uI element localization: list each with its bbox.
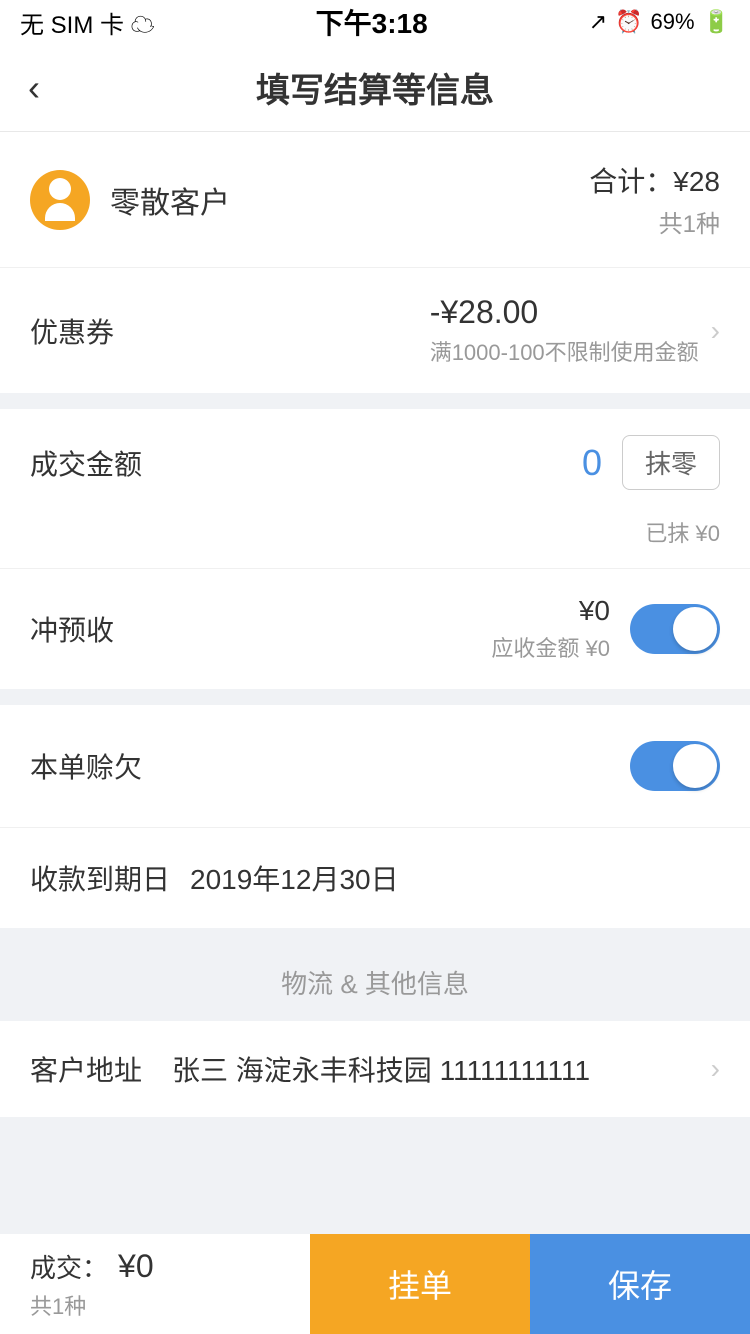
debt-row: 本单赊欠 — [0, 705, 750, 827]
coupon-value: -¥28.00 — [430, 294, 699, 331]
debt-toggle-knob — [673, 744, 717, 788]
deal-value: 0 — [582, 442, 602, 484]
debt-section: 本单赊欠 收款到期日 2019年12月30日 — [0, 705, 750, 928]
address-chevron-icon: › — [711, 1053, 720, 1085]
prepay-right: ¥0 应收金额 ¥0 — [491, 595, 720, 663]
battery-icon: 🔋 — [703, 9, 730, 35]
signal-text: 无 SIM 卡 ☁ — [20, 5, 155, 40]
debt-toggle[interactable] — [630, 741, 720, 791]
customer-right: 合计：¥28 共1种 — [589, 160, 720, 239]
bottom-deal-label: 成交： — [30, 1248, 108, 1285]
coupon-values: -¥28.00 满1000-100不限制使用金额 — [430, 294, 699, 367]
due-date-value: 2019年12月30日 — [190, 858, 399, 898]
due-date-label: 收款到期日 — [30, 858, 170, 898]
address-section: 客户地址 张三 海淀永丰科技园 11111111111 › — [0, 1021, 750, 1117]
status-bar: 无 SIM 卡 ☁ 下午3:18 ↗ ⏰ 69% 🔋 — [0, 0, 750, 44]
deal-right: 0 抹零 — [582, 435, 720, 490]
deal-row: 成交金额 0 抹零 — [0, 409, 750, 516]
bottom-deal-amount: ¥0 — [118, 1248, 154, 1285]
chevron-right-icon: › — [711, 315, 720, 347]
address-value: 张三 海淀永丰科技园 11111111111 — [172, 1049, 711, 1089]
prepay-values: ¥0 应收金额 ¥0 — [491, 595, 610, 663]
customer-section: 零散客户 合计：¥28 共1种 优惠券 -¥28.00 满1000-100不限制… — [0, 132, 750, 393]
prepay-toggle[interactable] — [630, 604, 720, 654]
coupon-row[interactable]: 优惠券 -¥28.00 满1000-100不限制使用金额 › — [0, 267, 750, 393]
bottom-bar: 成交： ¥0 共1种 挂单 保存 — [0, 1234, 750, 1334]
back-button[interactable]: ‹ — [28, 67, 40, 109]
alarm-icon: ⏰ — [615, 9, 642, 35]
battery-text: 69% — [651, 9, 695, 35]
prepay-label: 冲预收 — [30, 609, 114, 649]
debt-label: 本单赊欠 — [30, 746, 142, 786]
status-left: 无 SIM 卡 ☁ — [20, 5, 155, 40]
main-content: 零散客户 合计：¥28 共1种 优惠券 -¥28.00 满1000-100不限制… — [0, 132, 750, 1253]
toggle-knob — [673, 607, 717, 651]
coupon-label: 优惠券 — [30, 311, 114, 351]
pending-button[interactable]: 挂单 — [310, 1234, 530, 1334]
nav-bar: ‹ 填写结算等信息 — [0, 44, 750, 132]
page-title: 填写结算等信息 — [256, 63, 494, 112]
coupon-subtext: 满1000-100不限制使用金额 — [430, 335, 699, 367]
deal-subtext: 已抹 ¥0 — [0, 516, 750, 568]
coupon-right: -¥28.00 满1000-100不限制使用金额 › — [430, 294, 720, 367]
bottom-deal: 成交： ¥0 — [30, 1248, 280, 1285]
status-right: ↗ ⏰ 69% 🔋 — [589, 9, 730, 35]
bottom-count: 共1种 — [30, 1289, 280, 1321]
logistics-title: 物流 & 其他信息 — [281, 969, 469, 999]
total-count: 共1种 — [589, 204, 720, 239]
customer-name: 零散客户 — [110, 178, 230, 222]
address-label: 客户地址 — [30, 1049, 142, 1089]
prepay-row: 冲预收 ¥0 应收金额 ¥0 — [0, 568, 750, 689]
location-icon: ↗ — [589, 9, 607, 35]
avatar — [30, 170, 90, 230]
deal-section: 成交金额 0 抹零 已抹 ¥0 冲预收 ¥0 应收金额 ¥0 — [0, 409, 750, 689]
deal-label: 成交金额 — [30, 443, 142, 483]
due-date-row[interactable]: 收款到期日 2019年12月30日 — [0, 827, 750, 928]
address-row[interactable]: 客户地址 张三 海淀永丰科技园 11111111111 › — [0, 1021, 750, 1117]
prepay-main-value: ¥0 — [491, 595, 610, 627]
status-time: 下午3:18 — [316, 2, 428, 42]
round-button[interactable]: 抹零 — [622, 435, 720, 490]
save-button[interactable]: 保存 — [530, 1234, 750, 1334]
logistics-section-header: 物流 & 其他信息 — [0, 944, 750, 1021]
customer-row: 零散客户 合计：¥28 共1种 — [0, 132, 750, 267]
total-amount: 合计：¥28 — [589, 160, 720, 200]
prepay-sub-value: 应收金额 ¥0 — [491, 631, 610, 663]
customer-left: 零散客户 — [30, 170, 230, 230]
avatar-person-icon — [45, 178, 75, 221]
bottom-info: 成交： ¥0 共1种 — [0, 1248, 310, 1321]
